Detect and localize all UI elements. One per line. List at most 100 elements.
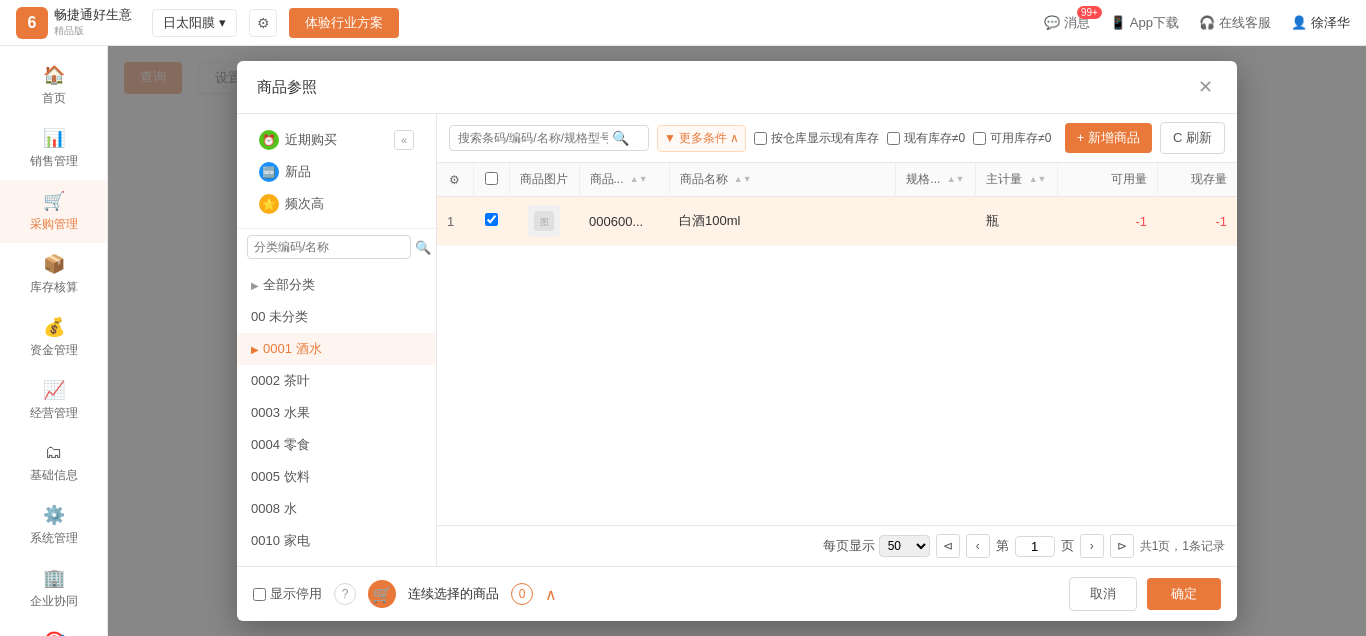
operation-icon: 📈 (43, 379, 65, 401)
enterprise-icon: 🏢 (43, 567, 65, 589)
refresh-button[interactable]: C 刷新 (1160, 122, 1225, 154)
sort-code-icon[interactable]: ▲▼ (630, 175, 648, 184)
settings-icon[interactable]: ⚙ (249, 9, 277, 37)
category-item-0003[interactable]: 0003 水果 (237, 397, 436, 429)
td-checkbox[interactable] (473, 197, 509, 246)
quick-item-new[interactable]: 🆕 新品 (247, 156, 426, 188)
checkbox-warehouse-input[interactable] (754, 132, 767, 145)
last-page-button[interactable]: ⊳ (1110, 534, 1134, 558)
search-icon[interactable]: 🔍 (612, 130, 629, 146)
sidebar-item-operation[interactable]: 📈 经营管理 (0, 369, 107, 432)
cancel-button[interactable]: 取消 (1069, 577, 1137, 611)
th-spec: 规格... ▲▼ (896, 163, 976, 197)
footer-left: 显示停用 (253, 585, 322, 603)
category-item-all[interactable]: ▶ 全部分类 (237, 269, 436, 301)
sidebar-item-finance[interactable]: 💰 资金管理 (0, 306, 107, 369)
mobile-icon: 📱 (1110, 15, 1126, 30)
product-panel: 🔍 ▼ 更多条件 ∧ 按仓库显示现有库存 (437, 114, 1237, 566)
category-0001-label: 0001 酒水 (263, 340, 322, 358)
sidebar-item-enterprise[interactable]: 🏢 企业协同 (0, 557, 107, 620)
checkbox-available-stock[interactable]: 可用库存≠0 (973, 130, 1051, 147)
per-page-select[interactable]: 50 100 200 (879, 535, 930, 557)
td-stock: -1 (1157, 197, 1237, 246)
checkbox-current-stock[interactable]: 现有库存≠0 (887, 130, 965, 147)
category-search-icon[interactable]: 🔍 (415, 240, 431, 255)
trial-button[interactable]: 体验行业方案 (289, 8, 399, 38)
td-unit: 瓶 (976, 197, 1057, 246)
row-checkbox[interactable] (485, 213, 498, 226)
prev-page-button[interactable]: ‹ (966, 534, 990, 558)
logo-title: 畅捷通好生意 (54, 7, 132, 24)
category-all-label: 全部分类 (263, 276, 315, 294)
checkbox-available-input[interactable] (973, 132, 986, 145)
filter-button[interactable]: ▼ 更多条件 ∧ (657, 125, 746, 152)
product-table: ⚙ 商品图片 商品... ▲▼ (437, 163, 1237, 246)
category-item-00[interactable]: 00 未分类 (237, 301, 436, 333)
navbar: 6 畅捷通好生意 精品版 日太阳膜 ▾ ⚙ 体验行业方案 💬 消息 99+ 📱 … (0, 0, 1366, 46)
checkbox-warehouse-stock[interactable]: 按仓库显示现有库存 (754, 130, 879, 147)
user-avatar-icon: 👤 (1291, 15, 1307, 30)
category-item-0008[interactable]: 0008 水 (237, 493, 436, 525)
user-info[interactable]: 👤 徐泽华 (1291, 14, 1350, 32)
sidebar-item-info[interactable]: 🗂 基础信息 (0, 432, 107, 494)
quick-item-freq[interactable]: ⭐ 频次高 (247, 188, 426, 220)
selected-count-badge: 0 (511, 583, 533, 605)
category-search-input[interactable] (247, 235, 411, 259)
store-selector[interactable]: 日太阳膜 ▾ (152, 9, 237, 37)
category-item-0010[interactable]: 0010 家电 (237, 525, 436, 556)
modal-overlay: 商品参照 ✕ ⏰ 近期购买 « 🆕 (108, 46, 1366, 636)
per-page-label: 每页显示 (823, 537, 875, 555)
toolbar-actions: + 新增商品 C 刷新 (1065, 122, 1225, 154)
info-icon: 🗂 (45, 442, 63, 463)
image-placeholder-icon: 图 (534, 211, 554, 231)
sort-name-icon[interactable]: ▲▼ (734, 175, 752, 184)
settings-gear-icon[interactable]: ⚙ (449, 173, 460, 187)
help-button[interactable]: ? (334, 583, 356, 605)
pagination-bar: 每页显示 50 100 200 ⊲ ‹ 第 页 (437, 525, 1237, 566)
cart-icon[interactable]: 🛒 (368, 580, 396, 608)
category-item-0002[interactable]: 0002 茶叶 (237, 365, 436, 397)
sidebar-item-inventory[interactable]: 📦 库存核算 (0, 243, 107, 306)
category-list: ▶ 全部分类 00 未分类 ▶ 0001 酒水 0002 茶 (237, 265, 436, 556)
sort-spec-icon[interactable]: ▲▼ (947, 175, 965, 184)
category-item-0005[interactable]: 0005 饮料 (237, 461, 436, 493)
next-page-button[interactable]: › (1080, 534, 1104, 558)
page-number-input[interactable] (1015, 536, 1055, 557)
first-page-button[interactable]: ⊲ (936, 534, 960, 558)
online-service-btn[interactable]: 🎧 在线客服 (1199, 14, 1271, 32)
th-product-image: 商品图片 (509, 163, 579, 197)
show-disabled-input[interactable] (253, 588, 266, 601)
sidebar-item-purchase[interactable]: 🛒 采购管理 (0, 180, 107, 243)
confirm-button[interactable]: 确定 (1147, 578, 1221, 610)
select-all-checkbox[interactable] (485, 172, 498, 185)
th-settings: ⚙ (437, 163, 473, 197)
category-item-0004[interactable]: 0004 零食 (237, 429, 436, 461)
add-product-button[interactable]: + 新增商品 (1065, 123, 1152, 153)
td-product-code: 000600... (579, 197, 669, 246)
product-search-input[interactable] (458, 131, 608, 145)
modal-close-button[interactable]: ✕ (1193, 75, 1217, 99)
table-row[interactable]: 1 图 (437, 197, 1237, 246)
sidebar-item-guide[interactable]: 🎯 新手引导 (0, 620, 107, 636)
sidebar-item-system[interactable]: ⚙️ 系统管理 (0, 494, 107, 557)
messages-btn[interactable]: 💬 消息 99+ (1044, 14, 1090, 32)
collapse-button[interactable]: « (394, 130, 414, 150)
sidebar-item-info-label: 基础信息 (30, 467, 78, 484)
category-item-0001[interactable]: ▶ 0001 酒水 (237, 333, 436, 365)
footer-actions: 取消 确定 (1069, 577, 1221, 611)
sidebar-item-home[interactable]: 🏠 首页 (0, 54, 107, 117)
app-download-btn[interactable]: 📱 App下载 (1110, 14, 1179, 32)
table-header: ⚙ 商品图片 商品... ▲▼ (437, 163, 1237, 197)
quick-item-recent[interactable]: ⏰ 近期购买 « (247, 124, 426, 156)
main-layout: 🏠 首页 📊 销售管理 🛒 采购管理 📦 库存核算 💰 资金管理 📈 经营管理 … (0, 46, 1366, 636)
show-disabled-checkbox[interactable]: 显示停用 (253, 585, 322, 603)
td-row-num: 1 (437, 197, 473, 246)
quick-access-section: ⏰ 近期购买 « 🆕 新品 ⭐ 频次高 (237, 124, 436, 229)
category-0003-label: 0003 水果 (251, 404, 310, 422)
checkbox-current-input[interactable] (887, 132, 900, 145)
checkbox-available-label: 可用库存≠0 (990, 130, 1051, 147)
collapse-footer-icon[interactable]: ∧ (545, 585, 557, 604)
home-icon: 🏠 (43, 64, 65, 86)
sidebar-item-sales[interactable]: 📊 销售管理 (0, 117, 107, 180)
sort-unit-icon[interactable]: ▲▼ (1029, 175, 1047, 184)
